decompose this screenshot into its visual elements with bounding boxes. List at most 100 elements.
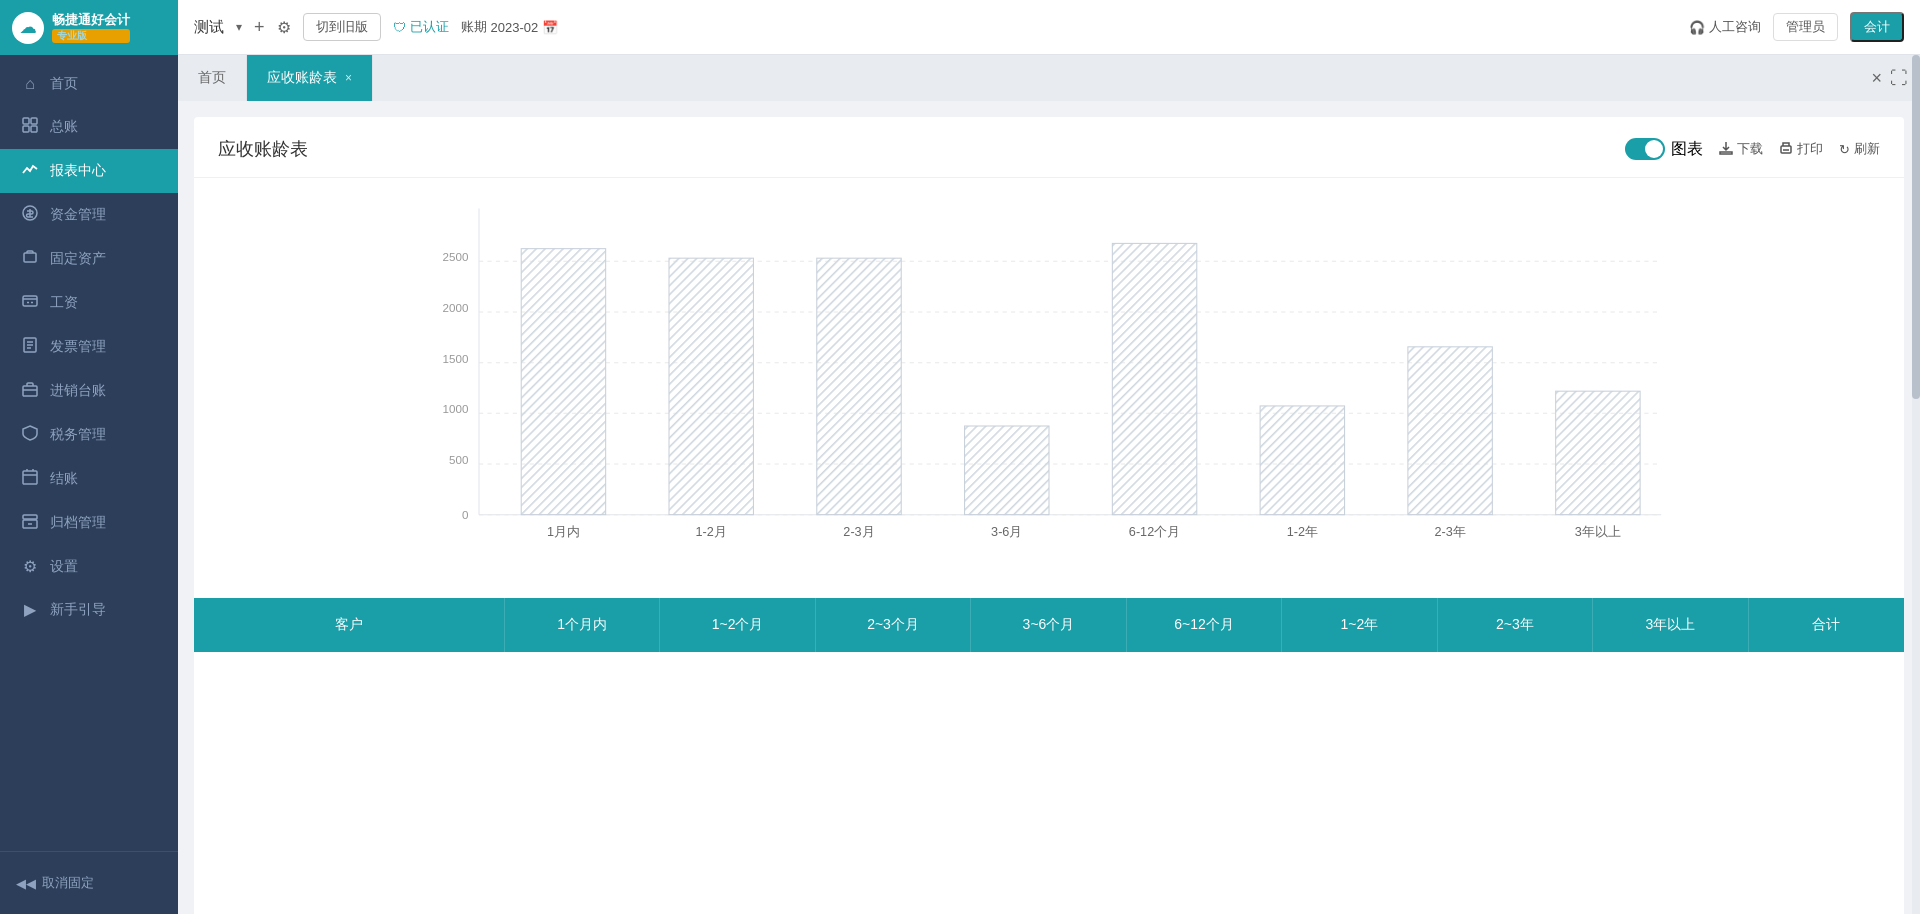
- sidebar-item-funds[interactable]: 资金管理: [0, 193, 178, 237]
- svg-rect-39: [1260, 406, 1344, 515]
- sidebar-item-home[interactable]: ⌂ 首页: [0, 63, 178, 105]
- col-header-3-6month: 3~6个月: [971, 598, 1126, 652]
- col-header-3plus-year: 3年以上: [1593, 598, 1748, 652]
- tab-receivable-aging[interactable]: 应收账龄表 ×: [247, 55, 373, 101]
- download-btn[interactable]: 下载: [1719, 140, 1763, 158]
- svg-text:0: 0: [462, 508, 468, 521]
- col-header-customer: 客户: [194, 598, 505, 652]
- sidebar-item-assets[interactable]: 固定资产: [0, 237, 178, 281]
- bar-chart: 0 500 1000 1500 2000 2500: [218, 198, 1880, 578]
- content-area: 首页 应收账龄表 × × ⛶ 应收账龄表 图表: [178, 55, 1920, 914]
- svg-rect-0: [23, 118, 29, 124]
- sidebar-item-reports[interactable]: 报表中心: [0, 149, 178, 193]
- svg-rect-29: [521, 249, 605, 515]
- sidebar-item-tax[interactable]: 税务管理: [0, 413, 178, 457]
- inventory-icon: [20, 381, 40, 401]
- chart-toggle[interactable]: [1625, 138, 1665, 160]
- calendar-icon: 📅: [542, 20, 558, 35]
- print-btn[interactable]: 打印: [1779, 140, 1823, 158]
- archive-icon: [20, 513, 40, 533]
- app-logo: ☁ 畅捷通好会计 专业版: [0, 0, 178, 55]
- sidebar-nav: ⌂ 首页 总账 报表中心 资金管理 固定资产: [0, 55, 178, 851]
- col-header-2-3year: 2~3年: [1438, 598, 1593, 652]
- active-tab-label: 应收账龄表: [267, 69, 337, 87]
- col-header-1month: 1个月内: [505, 598, 660, 652]
- admin-btn[interactable]: 管理员: [1773, 13, 1838, 41]
- svg-rect-37: [1112, 243, 1196, 514]
- chart-area: 0 500 1000 1500 2000 2500: [194, 178, 1904, 598]
- scrollbar-thumb: [1912, 55, 1920, 399]
- svg-text:3-6月: 3-6月: [991, 525, 1022, 539]
- sidebar-item-settings[interactable]: ⚙ 设置: [0, 545, 178, 588]
- svg-rect-41: [1408, 347, 1492, 515]
- settle-icon: [20, 469, 40, 489]
- tab-close-btn[interactable]: ×: [345, 71, 352, 85]
- page-content: 应收账龄表 图表 下载: [178, 101, 1920, 914]
- svg-text:2-3月: 2-3月: [843, 525, 874, 539]
- chart-label: 图表: [1671, 139, 1703, 160]
- download-icon: [1719, 141, 1733, 158]
- refresh-icon: ↻: [1839, 142, 1850, 157]
- logo-icon: ☁: [12, 12, 44, 44]
- report-header: 应收账龄表 图表 下载: [194, 117, 1904, 178]
- col-header-6-12month: 6~12个月: [1127, 598, 1282, 652]
- svg-rect-35: [965, 426, 1049, 515]
- svg-rect-43: [1556, 391, 1640, 514]
- sidebar: ☁ 畅捷通好会计 专业版 ⌂ 首页 总账 报表中心 资金管理: [0, 0, 178, 914]
- svg-rect-31: [669, 258, 753, 514]
- workspace-title: 测试: [194, 18, 224, 37]
- workspace-dropdown[interactable]: ▾: [236, 20, 242, 34]
- tab-home[interactable]: 首页: [178, 55, 247, 101]
- col-header-1-2month: 1~2个月: [660, 598, 815, 652]
- table-area: 客户 1个月内 1~2个月 2~3个月 3~6个月 6~12个月 1~2年 2~…: [194, 598, 1904, 652]
- svg-text:1000: 1000: [443, 402, 469, 415]
- workspace-gear-btn[interactable]: ⚙: [277, 18, 291, 37]
- salary-icon: [20, 293, 40, 313]
- col-header-2-3month: 2~3个月: [816, 598, 971, 652]
- report-actions: 图表 下载 打印 ↻: [1625, 138, 1880, 160]
- add-workspace-btn[interactable]: +: [254, 17, 265, 38]
- svg-rect-3: [31, 126, 37, 132]
- svg-text:1月内: 1月内: [547, 525, 580, 539]
- close-window-btn[interactable]: ×: [1871, 68, 1882, 89]
- switch-old-version-btn[interactable]: 切到旧版: [303, 13, 381, 41]
- svg-text:1500: 1500: [443, 352, 469, 365]
- guide-icon: ▶: [20, 600, 40, 619]
- invoices-icon: [20, 337, 40, 357]
- svg-rect-12: [23, 515, 37, 519]
- svg-rect-10: [23, 471, 37, 484]
- svg-text:2-3年: 2-3年: [1434, 525, 1465, 539]
- reports-icon: [20, 161, 40, 181]
- sidebar-item-inventory[interactable]: 进销台账: [0, 369, 178, 413]
- settings-icon: ⚙: [20, 557, 40, 576]
- consult-btn[interactable]: 🎧 人工咨询: [1689, 18, 1761, 36]
- svg-rect-1: [31, 118, 37, 124]
- maximize-window-btn[interactable]: ⛶: [1890, 68, 1908, 89]
- svg-text:3年以上: 3年以上: [1575, 525, 1621, 539]
- certified-status: 🛡 已认证: [393, 18, 449, 36]
- sidebar-bottom: ◀◀ 取消固定: [0, 851, 178, 914]
- cancel-fixed-btn[interactable]: ◀◀ 取消固定: [0, 864, 178, 902]
- certified-icon: 🛡: [393, 20, 406, 35]
- page-scrollbar[interactable]: [1912, 55, 1920, 914]
- funds-icon: [20, 205, 40, 225]
- headset-icon: 🎧: [1689, 20, 1705, 35]
- topbar: 测试 ▾ + ⚙ 切到旧版 🛡 已认证 账期 2023-02 📅 🎧 人工咨询 …: [178, 0, 1920, 55]
- sidebar-item-invoices[interactable]: 发票管理: [0, 325, 178, 369]
- period-selector[interactable]: 账期 2023-02 📅: [461, 18, 559, 36]
- svg-rect-5: [24, 253, 36, 262]
- refresh-btn[interactable]: ↻ 刷新: [1839, 140, 1880, 158]
- role-btn[interactable]: 会计: [1850, 12, 1904, 42]
- sidebar-item-guide[interactable]: ▶ 新手引导: [0, 588, 178, 631]
- home-icon: ⌂: [20, 75, 40, 93]
- sidebar-item-archive[interactable]: 归档管理: [0, 501, 178, 545]
- sidebar-item-ledger[interactable]: 总账: [0, 105, 178, 149]
- tax-icon: [20, 425, 40, 445]
- svg-text:2000: 2000: [443, 301, 469, 314]
- svg-text:1-2年: 1-2年: [1287, 525, 1318, 539]
- home-tab-label: 首页: [198, 69, 226, 87]
- sidebar-item-salary[interactable]: 工资: [0, 281, 178, 325]
- svg-rect-2: [23, 126, 29, 132]
- sidebar-item-settle[interactable]: 结账: [0, 457, 178, 501]
- assets-icon: [20, 249, 40, 269]
